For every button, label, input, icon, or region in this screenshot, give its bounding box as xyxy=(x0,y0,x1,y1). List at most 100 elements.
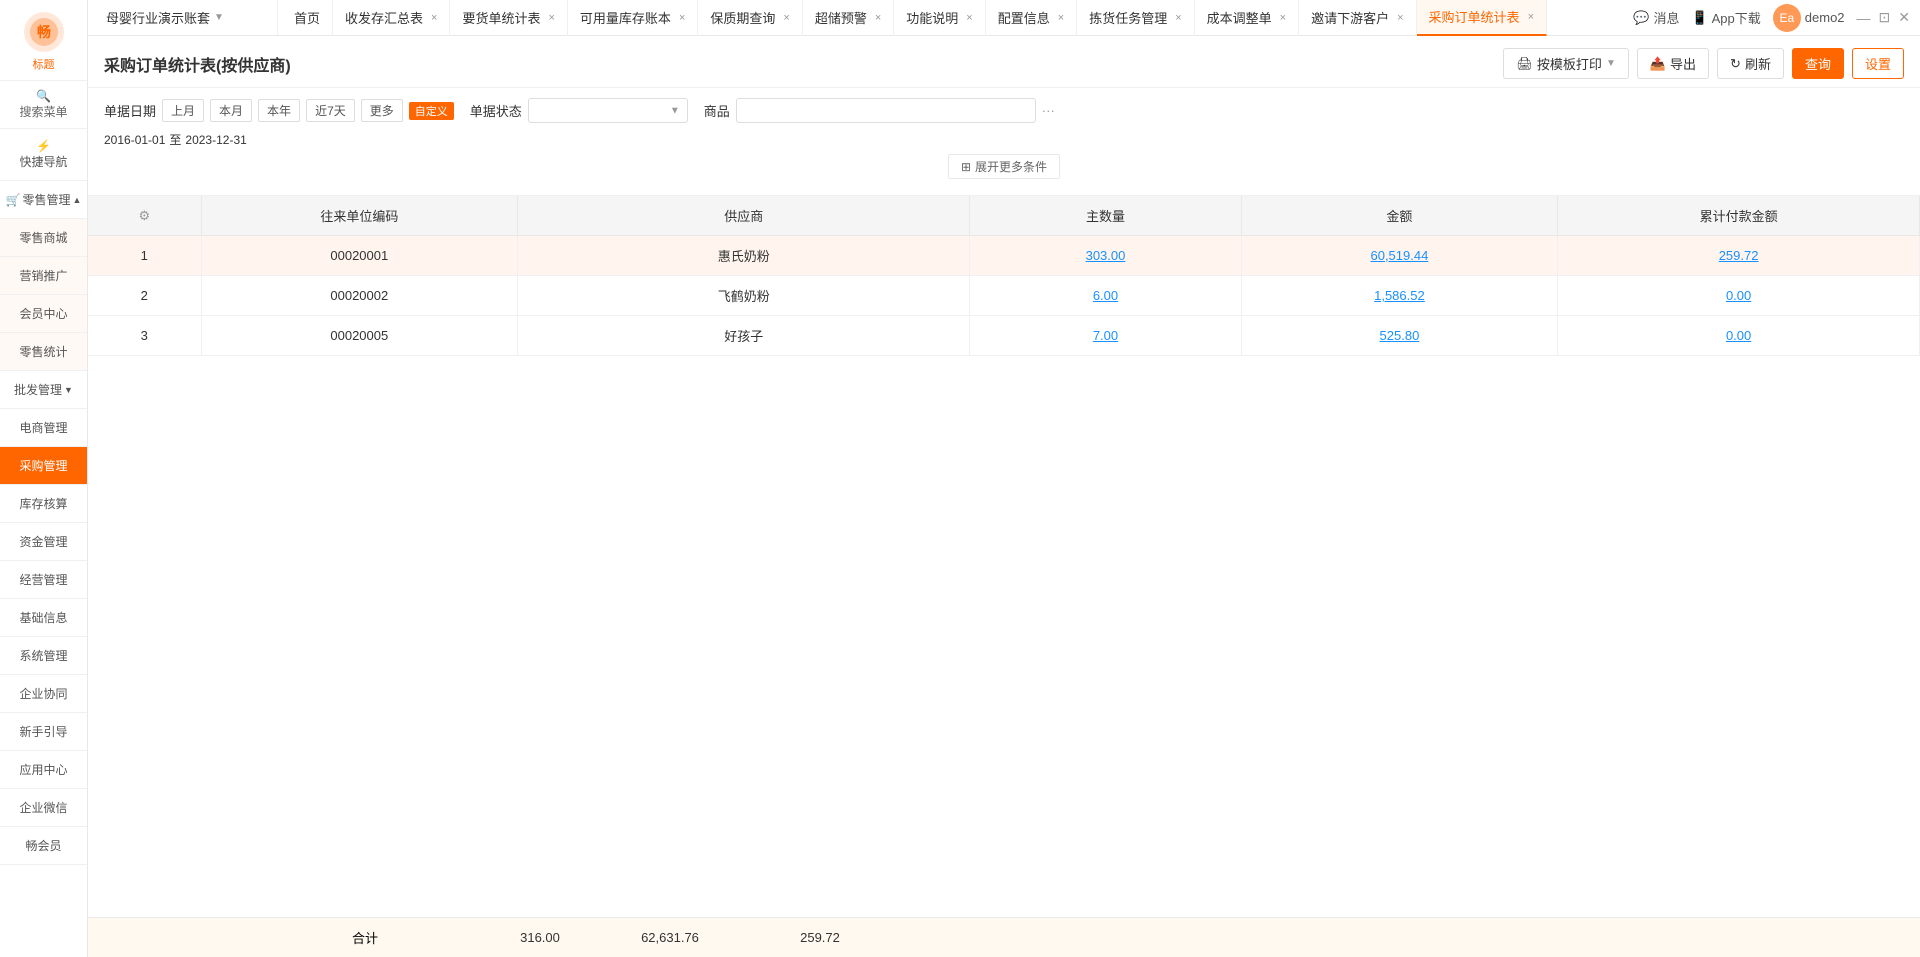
more-conditions-icon[interactable]: ··· xyxy=(1042,103,1055,118)
amount-link-0[interactable]: 60,519.44 xyxy=(1370,248,1428,263)
cell-qty-0: 303.00 xyxy=(970,236,1241,276)
topbar: 母婴行业演示账套 ▼ 首页 收发存汇总表 × 要货单统计表 × 可用量库存账本 … xyxy=(88,0,1920,36)
goods-input[interactable] xyxy=(736,98,1036,123)
username: demo2 xyxy=(1805,10,1845,25)
sidebar-item-member[interactable]: 会员中心 xyxy=(0,295,87,333)
tab-available-stock-close[interactable]: × xyxy=(679,12,685,24)
messages-btn[interactable]: 💬 消息 xyxy=(1633,8,1679,27)
sidebar-item-stock[interactable]: 库存核算 xyxy=(0,485,87,523)
settings-button[interactable]: 设置 xyxy=(1852,48,1904,79)
sidebar-item-app-center[interactable]: 应用中心 xyxy=(0,751,87,789)
sidebar-item-new-guide[interactable]: 新手引导 xyxy=(0,713,87,751)
tab-purchase-stats[interactable]: 采购订单统计表 × xyxy=(1417,0,1547,36)
date-btn-more[interactable]: 更多 xyxy=(361,99,403,122)
chevron-up-icon: ▲ xyxy=(73,195,82,205)
tab-invite-customer[interactable]: 邀请下游客户 × xyxy=(1299,0,1416,36)
query-button[interactable]: 查询 xyxy=(1792,48,1844,79)
qty-link-2[interactable]: 7.00 xyxy=(1093,328,1118,343)
refresh-button[interactable]: ↻ 刷新 xyxy=(1717,48,1784,79)
th-amount-label: 金额 xyxy=(1386,209,1412,224)
footer-label-span: 合计 xyxy=(352,931,378,946)
account-selector[interactable]: 母婴行业演示账套 ▼ xyxy=(98,0,278,35)
sidebar-item-retail[interactable]: 🛒 零售管理 ▲ xyxy=(0,181,87,219)
date-range-display: 2016-01-01 至 2023-12-31 xyxy=(104,131,1904,148)
amount-link-2[interactable]: 525.80 xyxy=(1380,328,1420,343)
footer-total-qty: 316.00 xyxy=(480,930,600,945)
qty-link-0[interactable]: 303.00 xyxy=(1086,248,1126,263)
tab-config-info[interactable]: 配置信息 × xyxy=(986,0,1077,36)
footer-paid-value: 259.72 xyxy=(800,930,840,945)
sidebar-item-ecommerce[interactable]: 电商管理 xyxy=(0,409,87,447)
tab-purchase-stats-close[interactable]: × xyxy=(1528,11,1534,23)
footer-total-amount: 62,631.76 xyxy=(600,930,740,945)
sidebar-item-member2[interactable]: 畅会员 xyxy=(0,827,87,865)
tabs-container: 首页 收发存汇总表 × 要货单统计表 × 可用量库存账本 × 保质期查询 × 超… xyxy=(282,0,1629,36)
tab-invite-customer-close[interactable]: × xyxy=(1397,12,1403,24)
custom-tag: 自定义 xyxy=(409,102,454,120)
paid-link-2[interactable]: 0.00 xyxy=(1726,328,1751,343)
qty-link-1[interactable]: 6.00 xyxy=(1093,288,1118,303)
tab-function-desc-close[interactable]: × xyxy=(966,12,972,24)
tab-cost-adjust[interactable]: 成本调整单 × xyxy=(1195,0,1299,36)
cell-amount-0: 60,519.44 xyxy=(1241,236,1558,276)
close-button[interactable]: ✕ xyxy=(1898,9,1910,26)
minimize-button[interactable]: — xyxy=(1857,10,1871,26)
tab-overstock-warning[interactable]: 超储预警 × xyxy=(803,0,894,36)
column-settings-icon[interactable]: ⚙ xyxy=(138,208,150,223)
date-btn-last-7[interactable]: 近7天 xyxy=(306,99,355,122)
page-actions: 🖨 按模板打印 ▼ 📤 导出 ↻ 刷新 查询 设置 xyxy=(1503,48,1904,79)
tab-available-stock[interactable]: 可用量库存账本 × xyxy=(568,0,698,36)
tab-overstock-warning-close[interactable]: × xyxy=(875,12,881,24)
sidebar-item-enterprise-coop[interactable]: 企业协同 xyxy=(0,675,87,713)
tab-cost-adjust-close[interactable]: × xyxy=(1280,12,1286,24)
sidebar-item-marketing[interactable]: 营销推广 xyxy=(0,257,87,295)
svg-text:畅: 畅 xyxy=(37,24,51,40)
user-menu[interactable]: Ea demo2 xyxy=(1773,4,1845,32)
sidebar-item-quick-nav[interactable]: ⚡ 快捷导航 xyxy=(0,129,87,181)
sidebar-item-system[interactable]: 系统管理 xyxy=(0,637,87,675)
sidebar-item-basic-info[interactable]: 基础信息 xyxy=(0,599,87,637)
date-btn-this-month[interactable]: 本月 xyxy=(210,99,252,122)
tab-home[interactable]: 首页 xyxy=(282,0,333,36)
tab-expiry-query[interactable]: 保质期查询 × xyxy=(698,0,802,36)
sidebar-item-wholesale[interactable]: 批发管理 ▼ xyxy=(0,371,87,409)
tab-goods-stats-close[interactable]: × xyxy=(548,12,554,24)
status-select[interactable] xyxy=(528,98,688,123)
tab-pick-task-close[interactable]: × xyxy=(1175,12,1181,24)
tab-expiry-query-close[interactable]: × xyxy=(783,12,789,24)
sidebar-item-purchase[interactable]: 采购管理 xyxy=(0,447,87,485)
status-filter: 单据状态 xyxy=(470,98,688,123)
app-logo: 畅 xyxy=(22,10,66,54)
sidebar-item-retail-stats[interactable]: 零售统计 xyxy=(0,333,87,371)
app-download-btn[interactable]: 📱 App下载 xyxy=(1691,8,1760,27)
date-btn-last-month[interactable]: 上月 xyxy=(162,99,204,122)
paid-link-1[interactable]: 0.00 xyxy=(1726,288,1751,303)
amount-link-1[interactable]: 1,586.52 xyxy=(1374,288,1425,303)
quick-nav-label: 快捷导航 xyxy=(19,153,67,170)
sidebar-item-search[interactable]: 🔍 搜索菜单 xyxy=(0,81,87,129)
expand-btn[interactable]: ⊞ 展开更多条件 xyxy=(948,154,1060,179)
export-button[interactable]: 📤 导出 xyxy=(1637,48,1709,79)
tab-receive-summary[interactable]: 收发存汇总表 × xyxy=(333,0,450,36)
tab-goods-stats-label: 要货单统计表 xyxy=(462,8,540,27)
tab-function-desc[interactable]: 功能说明 × xyxy=(894,0,985,36)
maximize-button[interactable]: ⊡ xyxy=(1879,9,1891,26)
tab-config-info-close[interactable]: × xyxy=(1058,12,1064,24)
tab-goods-stats[interactable]: 要货单统计表 × xyxy=(450,0,567,36)
new-guide-label: 新手引导 xyxy=(19,723,67,740)
sidebar-item-finance[interactable]: 资金管理 xyxy=(0,523,87,561)
tab-receive-summary-close[interactable]: × xyxy=(431,12,437,24)
paid-link-0[interactable]: 259.72 xyxy=(1719,248,1759,263)
print-button[interactable]: 🖨 按模板打印 ▼ xyxy=(1503,48,1628,79)
cell-qty-2: 7.00 xyxy=(970,316,1241,356)
wholesale-label: 批发管理 xyxy=(14,381,62,398)
tab-pick-task[interactable]: 拣货任务管理 × xyxy=(1077,0,1194,36)
date-range-separator: 至 xyxy=(169,131,181,148)
date-btn-this-year[interactable]: 本年 xyxy=(258,99,300,122)
sidebar-item-retail-shop[interactable]: 零售商城 xyxy=(0,219,87,257)
sidebar-item-enterprise-wechat[interactable]: 企业微信 xyxy=(0,789,87,827)
main-area: 母婴行业演示账套 ▼ 首页 收发存汇总表 × 要货单统计表 × 可用量库存账本 … xyxy=(88,0,1920,957)
export-icon: 📤 xyxy=(1650,56,1666,72)
settings-label: 设置 xyxy=(1865,54,1891,73)
sidebar-item-operation[interactable]: 经营管理 xyxy=(0,561,87,599)
